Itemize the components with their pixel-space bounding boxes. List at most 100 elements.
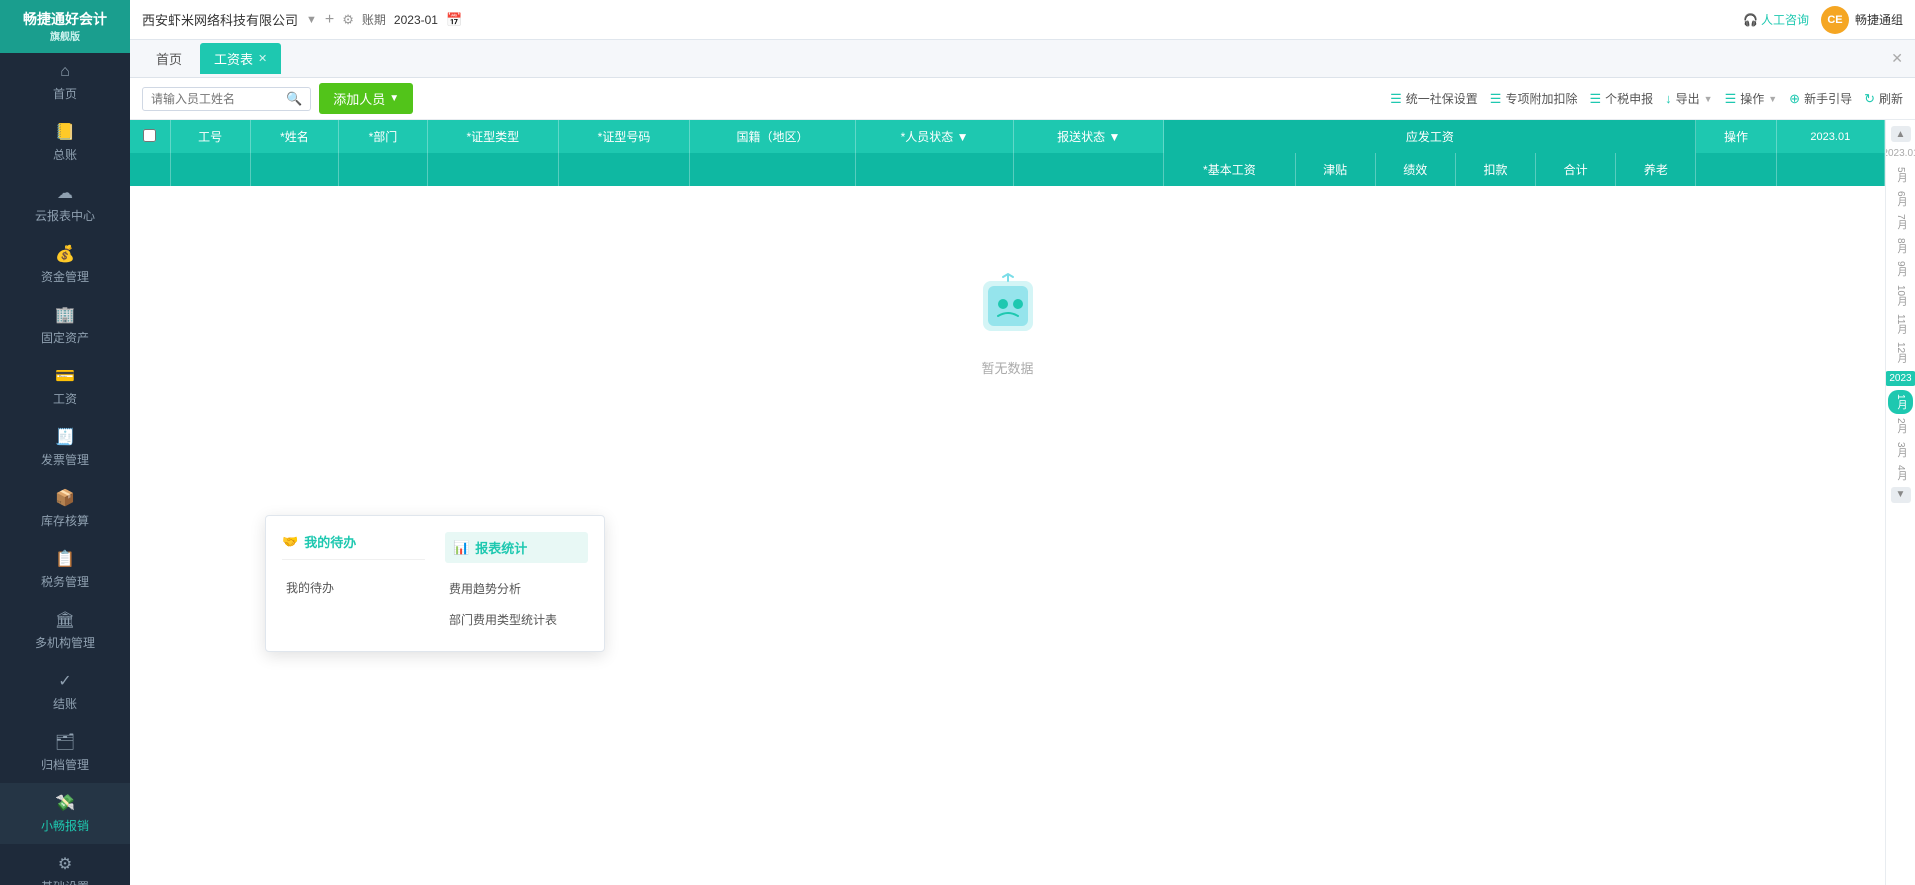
company-name: 西安虾米网络科技有限公司 [142, 10, 298, 29]
period-label: 账期 [362, 11, 386, 28]
close-all-tabs-button[interactable]: ✕ [1891, 50, 1903, 67]
user-menu[interactable]: CE 畅捷通组 [1821, 6, 1903, 34]
tab-close-icon[interactable]: ✕ [258, 52, 267, 65]
sidebar-item-label: 固定资产 [41, 329, 89, 346]
personal-tax-action[interactable]: ☰ 个税申报 [1589, 90, 1653, 107]
right-panel: ▲ 2023.01 5月 6月 7月 8月 9月 10月 11月 12月 202… [1885, 120, 1915, 885]
month-11[interactable]: 11月 [1891, 310, 1910, 338]
sidebar-item-home[interactable]: ⌂ 首页 [0, 53, 130, 112]
filter-icon[interactable]: ▼ [957, 130, 969, 144]
settings-button[interactable]: ⚙ [342, 12, 354, 28]
th-report-status: 报送状态 ▼ [1014, 120, 1164, 153]
month-5[interactable]: 5月 [1891, 163, 1910, 187]
month-3[interactable]: 3月 [1891, 438, 1910, 462]
th-pension: 养老 [1616, 153, 1696, 186]
sidebar-item-invoice[interactable]: 🧾 发票管理 [0, 417, 130, 478]
operation-action[interactable]: ☰ 操作 ▼ [1725, 90, 1778, 107]
th-checkbox[interactable] [130, 120, 170, 153]
sidebar-item-ledger[interactable]: 📒 总账 [0, 112, 130, 173]
year-badge-2023: 2023 [1885, 371, 1915, 386]
month-7[interactable]: 7月 [1891, 210, 1910, 234]
customer-service-button[interactable]: 🎧 人工咨询 [1743, 11, 1809, 28]
todo-icon: 🤝 [282, 534, 298, 550]
sidebar-item-settle[interactable]: ✓ 结账 [0, 661, 130, 722]
tab-payroll-table[interactable]: 工资表 ✕ [200, 43, 281, 74]
social-insurance-label: 统一社保设置 [1406, 90, 1478, 107]
building-icon: 🏢 [55, 305, 75, 325]
th-spacer-2 [170, 153, 250, 186]
month-10[interactable]: 10月 [1891, 281, 1910, 310]
payroll-table: 工号 *姓名 *部门 *证型类型 *证型号码 国籍（地区） *人员状态 ▼ 报送… [130, 120, 1885, 186]
month-9[interactable]: 9月 [1891, 257, 1910, 281]
panel-year-header: 2023.01 [1885, 144, 1915, 163]
month-4[interactable]: 4月 [1891, 461, 1910, 485]
sidebar-item-fund[interactable]: 💰 资金管理 [0, 234, 130, 295]
th-basic-wage: *基本工资 [1164, 153, 1295, 186]
avatar: CE [1821, 6, 1849, 34]
personal-tax-label: 个税申报 [1605, 90, 1653, 107]
sidebar-item-cloud-report[interactable]: ☁ 云报表中心 [0, 173, 130, 234]
month-6[interactable]: 6月 [1891, 187, 1910, 211]
search-input[interactable] [151, 92, 281, 106]
social-insurance-icon: ☰ [1390, 91, 1402, 107]
toolbar: 🔍 添加人员 ▼ ☰ 统一社保设置 ☰ 专项附加扣除 ☰ 个税申报 ↓ 导出 ▼ [130, 78, 1915, 120]
special-deduction-action[interactable]: ☰ 专项附加扣除 [1490, 90, 1578, 107]
service-label: 人工咨询 [1761, 11, 1809, 28]
th-spacer-11 [1776, 153, 1884, 186]
select-all-checkbox[interactable] [143, 129, 156, 142]
tab-payroll-label: 工资表 [214, 49, 253, 68]
search-icon[interactable]: 🔍 [286, 91, 302, 107]
th-spacer-6 [558, 153, 689, 186]
tab-home[interactable]: 首页 [142, 43, 196, 74]
new-guide-action[interactable]: ⊕ 新手引导 [1789, 90, 1852, 107]
invoice-icon: 🧾 [55, 427, 75, 447]
th-id-number: *证型号码 [558, 120, 689, 153]
tabbar: 首页 工资表 ✕ ✕ [130, 40, 1915, 78]
export-action[interactable]: ↓ 导出 ▼ [1665, 90, 1712, 107]
sidebar-item-archive[interactable]: 🗂 归档管理 [0, 722, 130, 783]
period-value: 2023-01 [394, 13, 438, 27]
operation-icon: ☰ [1725, 91, 1737, 107]
sidebar-item-fixed-asset[interactable]: 🏢 固定资产 [0, 295, 130, 356]
refresh-action[interactable]: ↻ 刷新 [1864, 90, 1903, 107]
sidebar-item-label: 多机构管理 [35, 634, 95, 651]
report-icon: 📊 [453, 540, 469, 556]
company-dropdown-arrow[interactable]: ▼ [306, 14, 317, 26]
th-spacer-9 [1014, 153, 1164, 186]
th-nationality: 国籍（地区） [690, 120, 856, 153]
logo-subtitle: 旗舰版 [50, 28, 80, 43]
popup-col-left-title: 🤝 我的待办 [282, 532, 425, 560]
topbar-right: 🎧 人工咨询 CE 畅捷通组 [1743, 6, 1903, 34]
social-insurance-action[interactable]: ☰ 统一社保设置 [1390, 90, 1478, 107]
month-1-active[interactable]: 1月 [1888, 390, 1913, 414]
add-person-label: 添加人员 [333, 89, 385, 108]
scroll-down-button[interactable]: ▼ [1891, 487, 1911, 503]
month-2[interactable]: 2月 [1891, 414, 1910, 438]
sidebar-item-inventory[interactable]: 📦 库存核算 [0, 478, 130, 539]
export-icon: ↓ [1665, 91, 1672, 106]
month-12[interactable]: 12月 [1891, 338, 1910, 367]
logo-title: 畅捷通好会计 [23, 10, 107, 28]
sidebar-item-basic[interactable]: ⚙ 基础设置 [0, 844, 130, 885]
main-content: 西安虾米网络科技有限公司 ▼ + ⚙ 账期 2023-01 📅 🎧 人工咨询 C… [130, 0, 1915, 885]
sidebar-item-multi-org[interactable]: 🏛 多机构管理 [0, 600, 130, 661]
avatar-initials: CE [1827, 14, 1842, 26]
settings-icon: ⚙ [58, 854, 72, 874]
popup-item-expense-trend[interactable]: 费用趋势分析 [445, 573, 588, 604]
popup-item-my-todo[interactable]: 我的待办 [282, 572, 425, 603]
scroll-up-button[interactable]: ▲ [1891, 126, 1911, 142]
sidebar-item-payroll[interactable]: 💳 工资 [0, 356, 130, 417]
report-filter-icon[interactable]: ▼ [1108, 130, 1120, 144]
period-calendar-icon[interactable]: 📅 [446, 12, 462, 28]
popup-item-dept-expense[interactable]: 部门费用类型统计表 [445, 604, 588, 635]
popup-section: 🤝 我的待办 我的待办 📊 报表统计 费用趋势分析 部门费用类型统计表 [282, 532, 588, 635]
new-guide-icon: ⊕ [1789, 91, 1800, 107]
sidebar-item-label: 总账 [53, 146, 77, 163]
month-8[interactable]: 8月 [1891, 234, 1910, 258]
add-company-button[interactable]: + [325, 11, 334, 29]
tax-icon: 📋 [55, 549, 75, 569]
special-deduction-icon: ☰ [1490, 91, 1502, 107]
sidebar-item-expense[interactable]: 💸 小畅报销 [0, 783, 130, 844]
sidebar-item-tax[interactable]: 📋 税务管理 [0, 539, 130, 600]
add-person-button[interactable]: 添加人员 ▼ [319, 83, 413, 114]
